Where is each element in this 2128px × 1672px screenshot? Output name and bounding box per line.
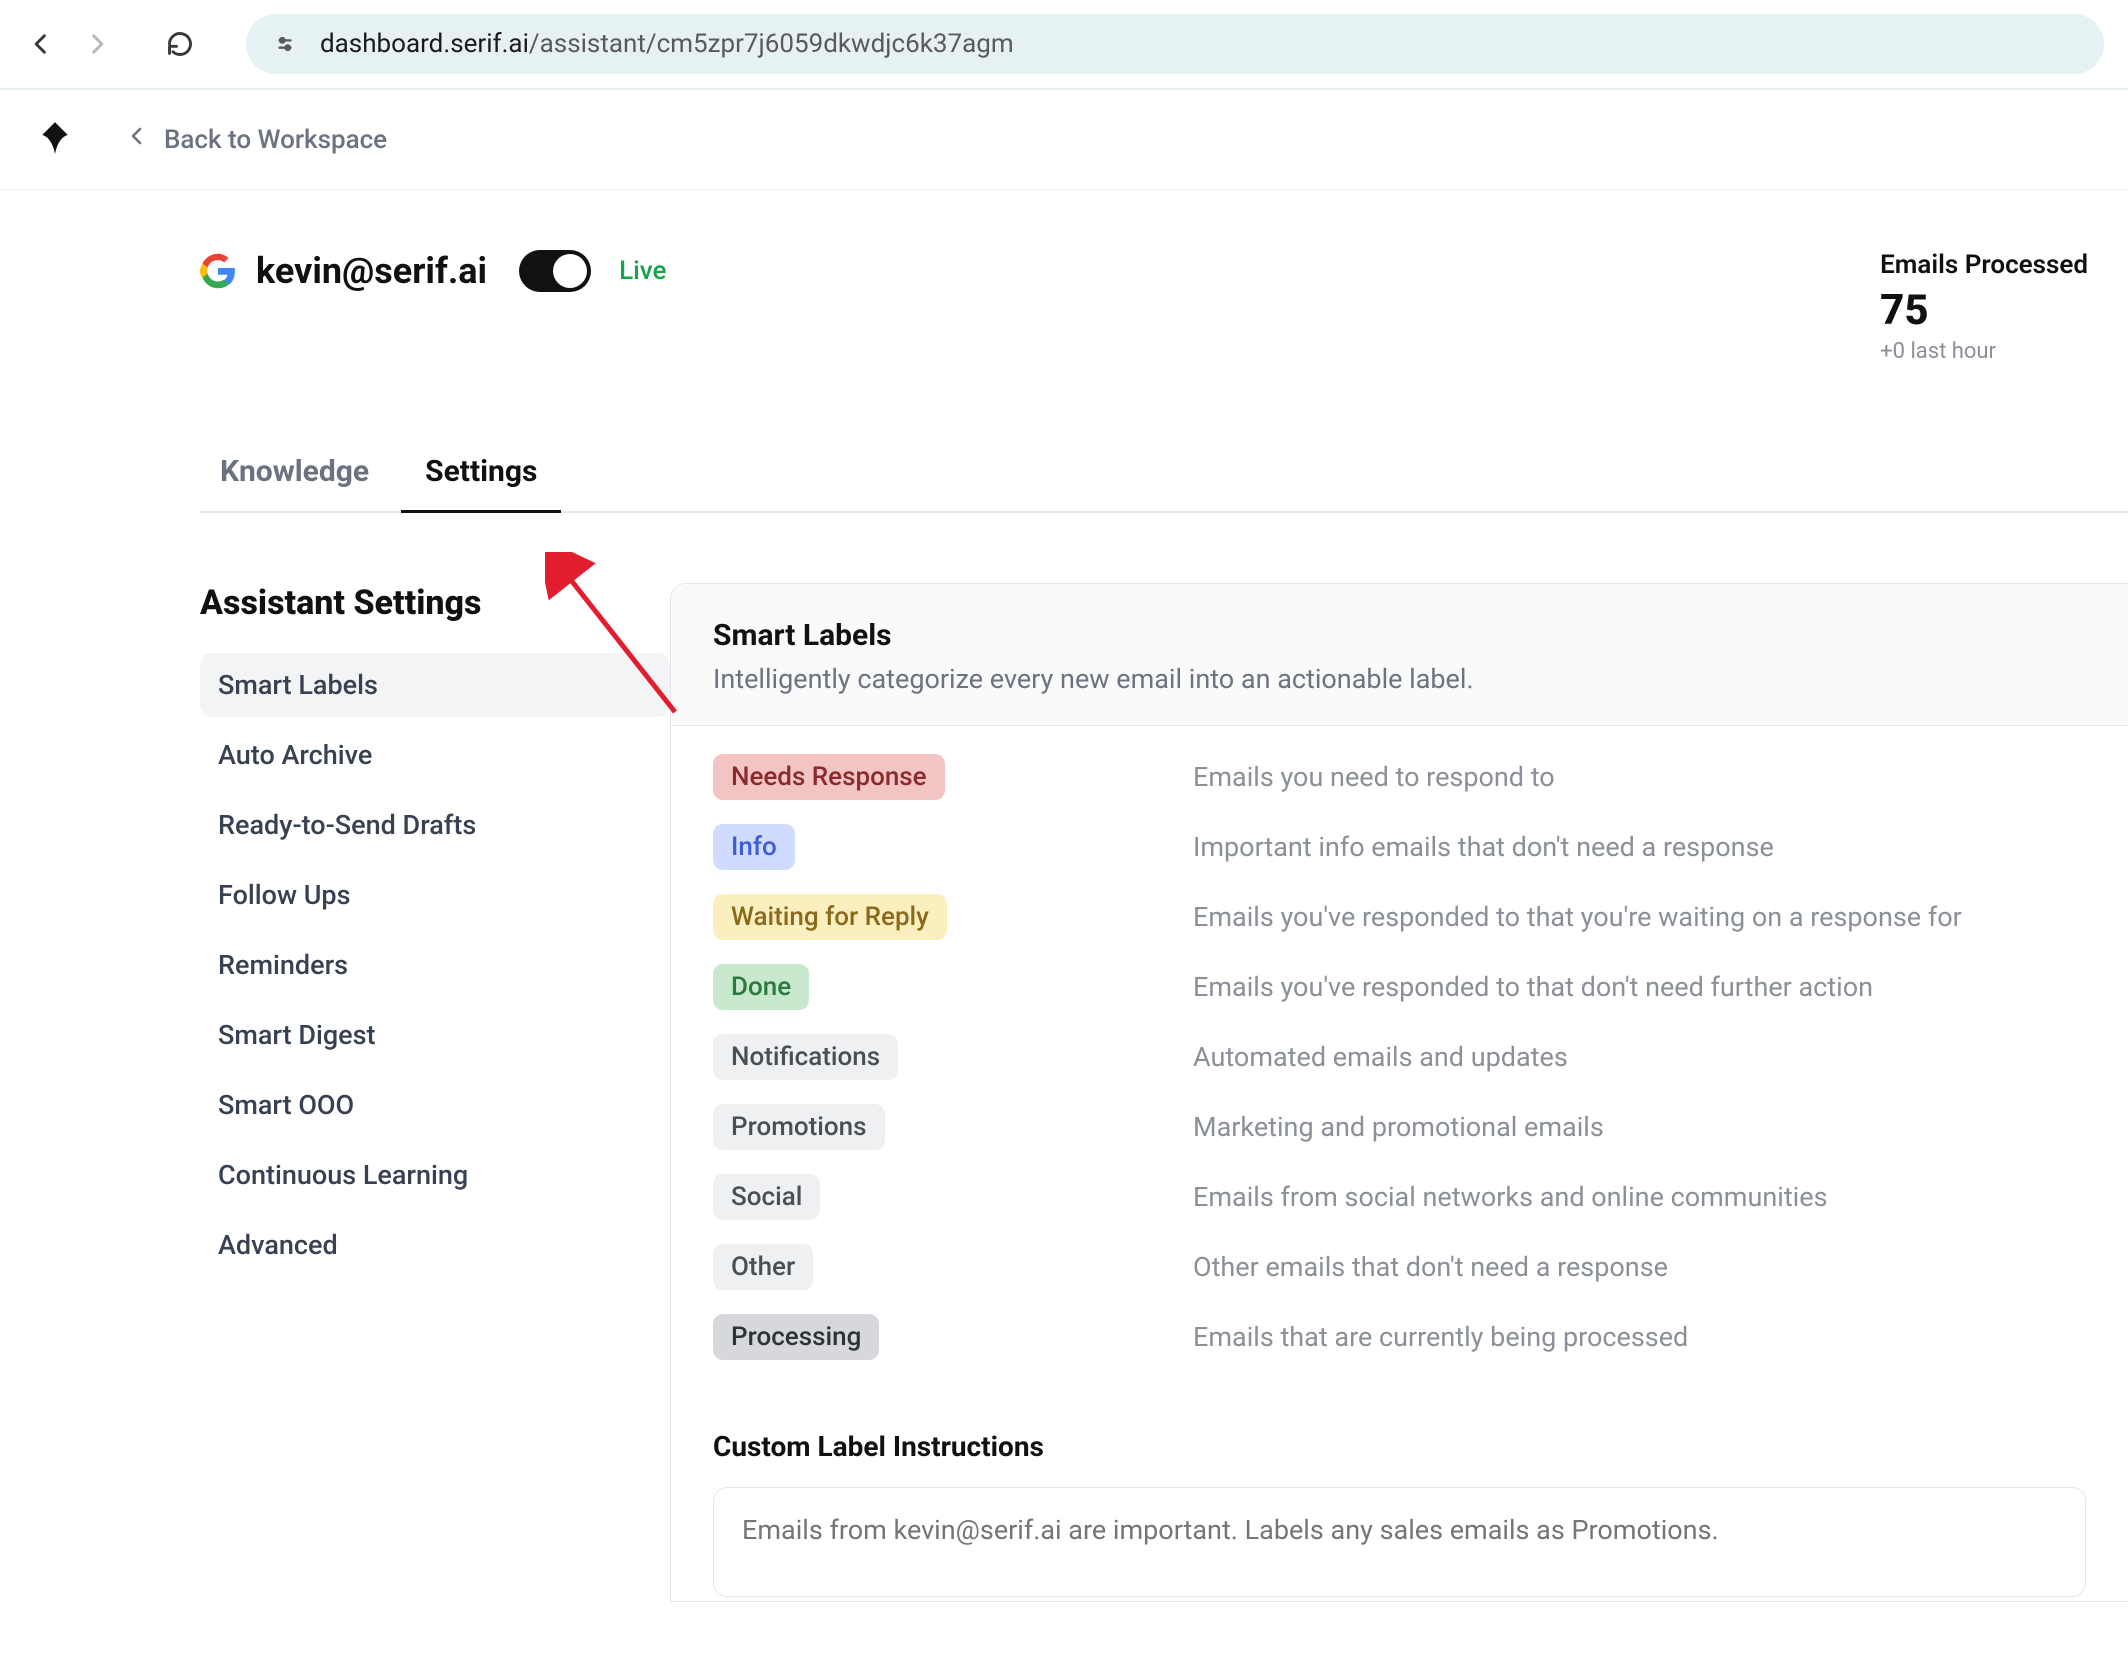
label-chip-other[interactable]: Other: [713, 1244, 813, 1290]
sidebar-item-auto-archive[interactable]: Auto Archive: [200, 723, 670, 787]
label-desc: Marketing and promotional emails: [1193, 1111, 1604, 1143]
label-desc: Emails that are currently being processe…: [1193, 1321, 1688, 1353]
label-chip-notifications[interactable]: Notifications: [713, 1034, 898, 1080]
stat-value: 75: [1880, 286, 2088, 335]
page-content: kevin@serif.ai Live Emails Processed 75 …: [0, 190, 2128, 1602]
tab-knowledge[interactable]: Knowledge: [220, 454, 369, 511]
label-desc: Emails you've responded to that you're w…: [1193, 901, 1962, 933]
smart-labels-panel: Smart Labels Intelligently categorize ev…: [670, 583, 2128, 1602]
label-desc: Important info emails that don't need a …: [1193, 831, 1774, 863]
tab-settings[interactable]: Settings: [425, 454, 537, 511]
label-chip-info[interactable]: Info: [713, 824, 795, 870]
label-chip-social[interactable]: Social: [713, 1174, 820, 1220]
panel-header: Smart Labels Intelligently categorize ev…: [671, 584, 2128, 726]
label-row: Needs Response Emails you need to respond…: [713, 754, 2086, 800]
arrow-left-icon: [126, 124, 150, 155]
sidebar-item-follow-ups[interactable]: Follow Ups: [200, 863, 670, 927]
back-icon[interactable]: [24, 26, 60, 62]
google-logo-icon: [200, 253, 236, 289]
back-to-workspace-link[interactable]: Back to Workspace: [126, 124, 387, 155]
sidebar-item-smart-digest[interactable]: Smart Digest: [200, 1003, 670, 1067]
label-desc: Automated emails and updates: [1193, 1041, 1568, 1073]
sidebar-item-smart-labels[interactable]: Smart Labels: [200, 653, 670, 717]
sidebar-item-advanced[interactable]: Advanced: [200, 1213, 670, 1277]
sidebar-item-ready-to-send-drafts[interactable]: Ready-to-Send Drafts: [200, 793, 670, 857]
account-header: kevin@serif.ai Live Emails Processed 75 …: [200, 250, 2128, 364]
label-chip-waiting-for-reply[interactable]: Waiting for Reply: [713, 894, 947, 940]
label-desc: Emails from social networks and online c…: [1193, 1181, 1828, 1213]
url-text: dashboard.serif.ai/assistant/cm5zpr7j605…: [320, 29, 1014, 59]
label-row: Done Emails you've responded to that don'…: [713, 964, 2086, 1010]
address-bar[interactable]: dashboard.serif.ai/assistant/cm5zpr7j605…: [246, 14, 2104, 74]
sidebar-heading: Assistant Settings: [200, 583, 670, 623]
stat-title: Emails Processed: [1880, 250, 2088, 280]
label-desc: Emails you need to respond to: [1193, 761, 1555, 793]
label-chip-processing[interactable]: Processing: [713, 1314, 879, 1360]
sidebar-item-reminders[interactable]: Reminders: [200, 933, 670, 997]
forward-icon[interactable]: [78, 26, 114, 62]
toggle-knob: [553, 254, 587, 288]
label-row: Other Other emails that don't need a resp…: [713, 1244, 2086, 1290]
settings-sidebar: Assistant Settings Smart Labels Auto Arc…: [200, 583, 670, 1602]
site-settings-icon[interactable]: [272, 31, 298, 57]
label-chip-done[interactable]: Done: [713, 964, 809, 1010]
label-row: Waiting for Reply Emails you've responded…: [713, 894, 2086, 940]
custom-label-heading: Custom Label Instructions: [713, 1430, 2086, 1463]
tab-bar: Knowledge Settings: [200, 454, 2128, 513]
account-email: kevin@serif.ai: [256, 250, 487, 292]
label-row: Notifications Automated emails and update…: [713, 1034, 2086, 1080]
label-row: Processing Emails that are currently bein…: [713, 1314, 2086, 1360]
label-row: Info Important info emails that don't nee…: [713, 824, 2086, 870]
custom-label-instructions-input[interactable]: [713, 1487, 2086, 1597]
custom-label-section: Custom Label Instructions: [671, 1394, 2128, 1601]
live-toggle[interactable]: [519, 250, 591, 292]
label-row: Promotions Marketing and promotional emai…: [713, 1104, 2086, 1150]
label-chip-promotions[interactable]: Promotions: [713, 1104, 885, 1150]
back-to-workspace-label: Back to Workspace: [164, 125, 387, 155]
sidebar-item-smart-ooo[interactable]: Smart OOO: [200, 1073, 670, 1137]
label-chip-needs-response[interactable]: Needs Response: [713, 754, 945, 800]
stat-sub: +0 last hour: [1880, 339, 2088, 364]
app-logo-icon: [36, 119, 74, 161]
label-desc: Emails you've responded to that don't ne…: [1193, 971, 1873, 1003]
sidebar-item-continuous-learning[interactable]: Continuous Learning: [200, 1143, 670, 1207]
emails-processed-stat: Emails Processed 75 +0 last hour: [1880, 250, 2088, 364]
app-topnav: Back to Workspace: [0, 90, 2128, 190]
panel-subtitle: Intelligently categorize every new email…: [713, 663, 2086, 695]
reload-icon[interactable]: [162, 26, 198, 62]
label-desc: Other emails that don't need a response: [1193, 1251, 1668, 1283]
panel-title: Smart Labels: [713, 618, 2086, 653]
browser-chrome: dashboard.serif.ai/assistant/cm5zpr7j605…: [0, 0, 2128, 90]
labels-list: Needs Response Emails you need to respond…: [671, 726, 2128, 1394]
live-status-label: Live: [619, 256, 666, 286]
label-row: Social Emails from social networks and on…: [713, 1174, 2086, 1220]
